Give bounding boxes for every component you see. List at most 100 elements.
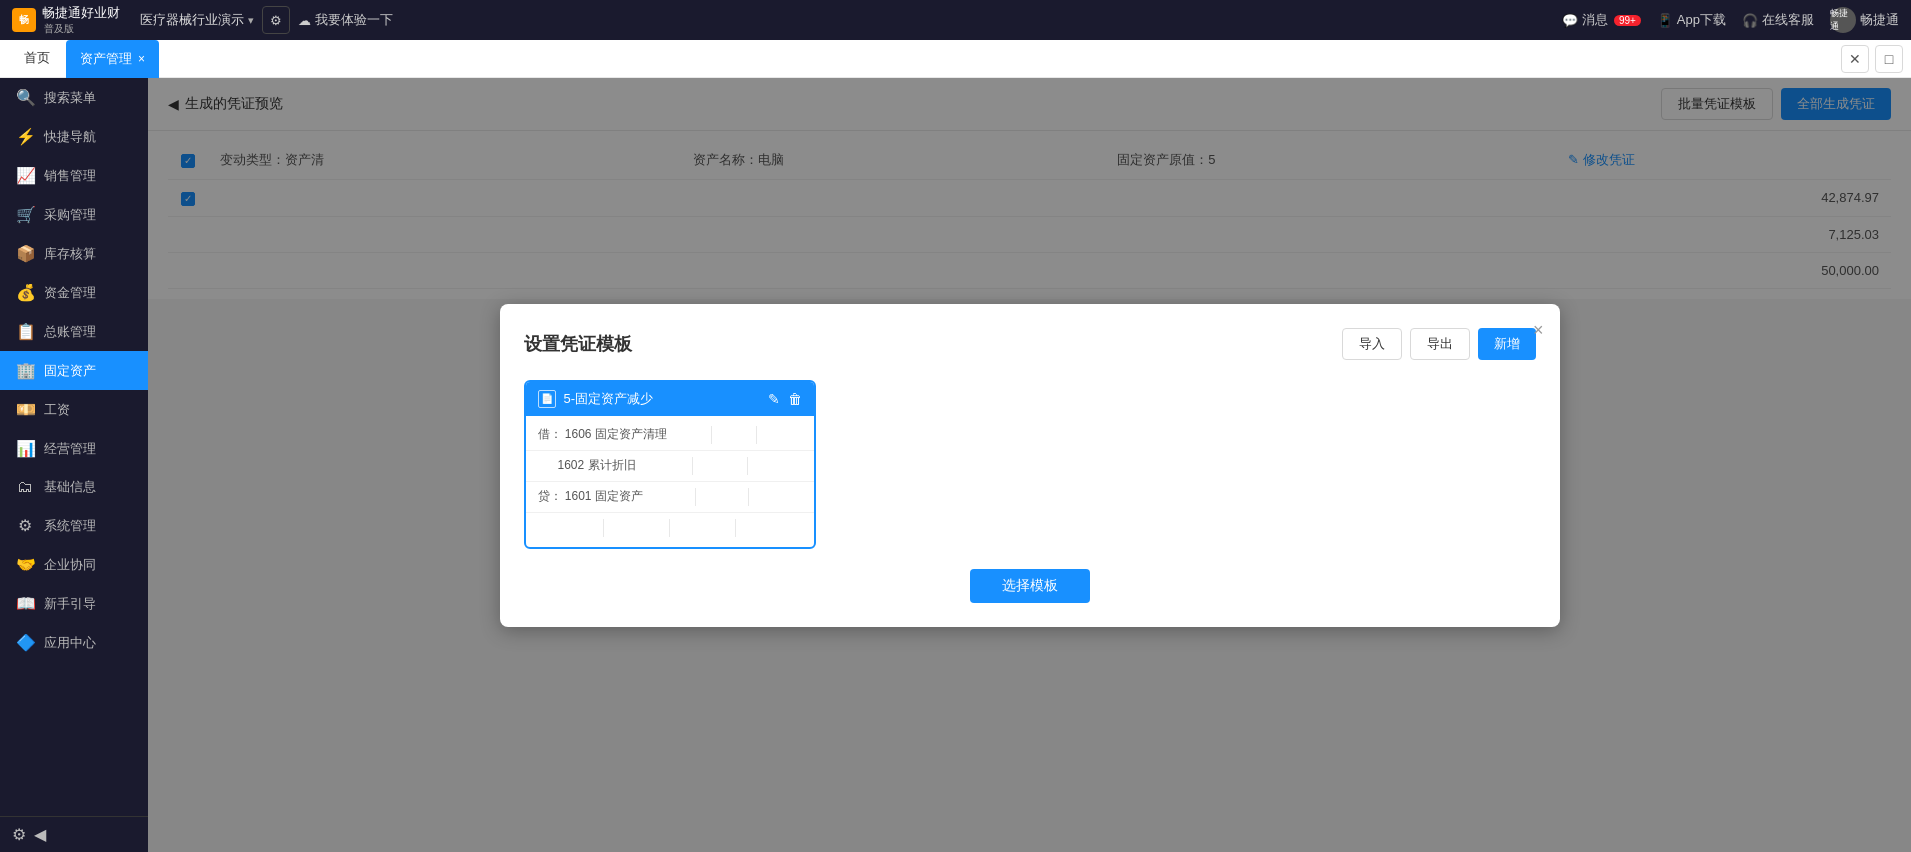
company-selector[interactable]: 医疗器械行业演示 ▾ [140,11,254,29]
sidebar-item-purchase-label: 采购管理 [44,206,96,224]
service-icon: 🎧 [1742,13,1758,28]
messages-badge: 99+ [1614,15,1641,26]
company-name: 医疗器械行业演示 [140,11,244,29]
sidebar-item-basic-info-label: 基础信息 [44,478,96,496]
app-edition: 普及版 [44,22,120,36]
service-btn[interactable]: 🎧 在线客服 [1742,11,1814,29]
sidebar-item-quicknav-label: 快捷导航 [44,128,96,146]
topbar-center: 医疗器械行业演示 ▾ ⚙ ☁ 我要体验一下 [140,6,1562,34]
sidebar-item-search[interactable]: 🔍 搜索菜单 [0,78,148,117]
sidebar-item-basic-info[interactable]: 🗂 基础信息 [0,468,148,506]
template-title: 5-固定资产减少 [564,390,654,408]
logo-icon: 畅 [12,8,36,32]
topbar-right: 💬 消息 99+ 📱 App下载 🎧 在线客服 畅捷通 畅捷通 [1562,7,1899,33]
new-template-btn[interactable]: 新增 [1478,328,1536,360]
inventory-icon: 📦 [16,244,34,263]
basic-info-icon: 🗂 [16,478,34,496]
app-center-icon: 🔷 [16,633,34,652]
sidebar-item-app-center-label: 应用中心 [44,634,96,652]
dialog-header-buttons: 导入 导出 新增 [1342,328,1536,360]
sidebar-item-system[interactable]: ⚙ 系统管理 [0,506,148,545]
template-doc-icon: 📄 [538,390,556,408]
sidebar-item-purchase[interactable]: 🛒 采购管理 [0,195,148,234]
import-btn[interactable]: 导入 [1342,328,1402,360]
messages-label: 消息 [1582,11,1608,29]
sidebar-collapse-icon[interactable]: ◀ [34,825,46,844]
sidebar-item-search-label: 搜索菜单 [44,89,96,107]
messages-btn[interactable]: 💬 消息 99+ [1562,11,1641,29]
template-card-actions: ✎ 🗑 [768,391,802,407]
select-template-btn[interactable]: 选择模板 [970,569,1090,603]
export-btn[interactable]: 导出 [1410,328,1470,360]
sidebar-item-guide[interactable]: 📖 新手引导 [0,584,148,623]
sidebar-scroll: 🔍 搜索菜单 ⚡ 快捷导航 📈 销售管理 🛒 采购管理 📦 库存核算 💰 [0,78,148,816]
sidebar-item-fixed-assets[interactable]: 🏢 固定资产 [0,351,148,390]
sidebar-settings-icon[interactable]: ⚙ [12,825,26,844]
experience-btn[interactable]: ☁ 我要体验一下 [298,11,393,29]
ledger-icon: 📋 [16,322,34,341]
sidebar-bottom: ⚙ ◀ [0,816,148,852]
app-download-btn[interactable]: 📱 App下载 [1657,11,1726,29]
service-label: 在线客服 [1762,11,1814,29]
sidebar-item-finance-label: 资金管理 [44,284,96,302]
collab-icon: 🤝 [16,555,34,574]
sidebar-item-inventory[interactable]: 📦 库存核算 [0,234,148,273]
dialog-overlay: 设置凭证模板 导入 导出 新增 × 📄 5-固定资产减少 [148,78,1911,852]
template-entry-2: 1602 累计折旧 [526,451,814,482]
app-name: 畅捷通好业财 [42,4,120,22]
dialog-header: 设置凭证模板 导入 导出 新增 [524,328,1536,360]
sidebar-item-ledger[interactable]: 📋 总账管理 [0,312,148,351]
avatar: 畅捷通 [1830,7,1856,33]
dialog-close-icon[interactable]: × [1533,320,1544,341]
tab-asset-management[interactable]: 资产管理 × [66,40,159,78]
logo-area: 畅 畅捷通好业财 普及版 [12,4,120,36]
template-edit-icon[interactable]: ✎ [768,391,780,407]
sidebar-item-salary-label: 工资 [44,401,70,419]
template-empty-row [526,513,814,543]
sidebar-item-salary[interactable]: 💴 工资 [0,390,148,429]
sidebar-item-collab-label: 企业协同 [44,556,96,574]
quicknav-icon: ⚡ [16,127,34,146]
tabbar: 首页 资产管理 × ✕ □ [0,40,1911,78]
tabbar-expand-btn[interactable]: □ [1875,45,1903,73]
sidebar-item-inventory-label: 库存核算 [44,245,96,263]
template-card-title-area: 📄 5-固定资产减少 [538,390,654,408]
sidebar-item-sales[interactable]: 📈 销售管理 [0,156,148,195]
purchase-icon: 🛒 [16,205,34,224]
username: 畅捷通 [1860,11,1899,29]
fixed-assets-icon: 🏢 [16,361,34,380]
user-area[interactable]: 畅捷通 畅捷通 [1830,7,1899,33]
sidebar-item-guide-label: 新手引导 [44,595,96,613]
app-icon: 📱 [1657,13,1673,28]
tab-close-icon[interactable]: × [138,52,145,66]
sidebar-item-sales-label: 销售管理 [44,167,96,185]
tab-asset-label: 资产管理 [80,50,132,68]
tab-home[interactable]: 首页 [8,40,66,78]
operations-icon: 📊 [16,439,34,458]
salary-icon: 💴 [16,400,34,419]
sales-icon: 📈 [16,166,34,185]
sidebar-item-operations-label: 经营管理 [44,440,96,458]
sidebar-item-app-center[interactable]: 🔷 应用中心 [0,623,148,662]
settings-icon[interactable]: ⚙ [262,6,290,34]
search-icon: 🔍 [16,88,34,107]
template-entry-3: 贷： 1601 固定资产 [526,482,814,513]
voucher-template-dialog: 设置凭证模板 导入 导出 新增 × 📄 5-固定资产减少 [500,304,1560,627]
guide-icon: 📖 [16,594,34,613]
topbar: 畅 畅捷通好业财 普及版 医疗器械行业演示 ▾ ⚙ ☁ 我要体验一下 💬 消息 … [0,0,1911,40]
template-card-header: 📄 5-固定资产减少 ✎ 🗑 [526,382,814,416]
sidebar-item-ledger-label: 总账管理 [44,323,96,341]
tabbar-close-btn[interactable]: ✕ [1841,45,1869,73]
finance-icon: 💰 [16,283,34,302]
sidebar-item-collab[interactable]: 🤝 企业协同 [0,545,148,584]
system-icon: ⚙ [16,516,34,535]
sidebar-item-operations[interactable]: 📊 经营管理 [0,429,148,468]
sidebar-item-finance[interactable]: 💰 资金管理 [0,273,148,312]
app-label: App下载 [1677,11,1726,29]
template-body: 借： 1606 固定资产清理 [526,416,814,547]
sidebar-item-fixed-assets-label: 固定资产 [44,362,96,380]
template-card: 📄 5-固定资产减少 ✎ 🗑 [524,380,816,549]
sidebar-item-quicknav[interactable]: ⚡ 快捷导航 [0,117,148,156]
content-area: ◀ 生成的凭证预览 批量凭证模板 全部生成凭证 ✓ 变动类型：资产清 资产名称：… [148,78,1911,852]
template-delete-icon[interactable]: 🗑 [788,391,802,407]
